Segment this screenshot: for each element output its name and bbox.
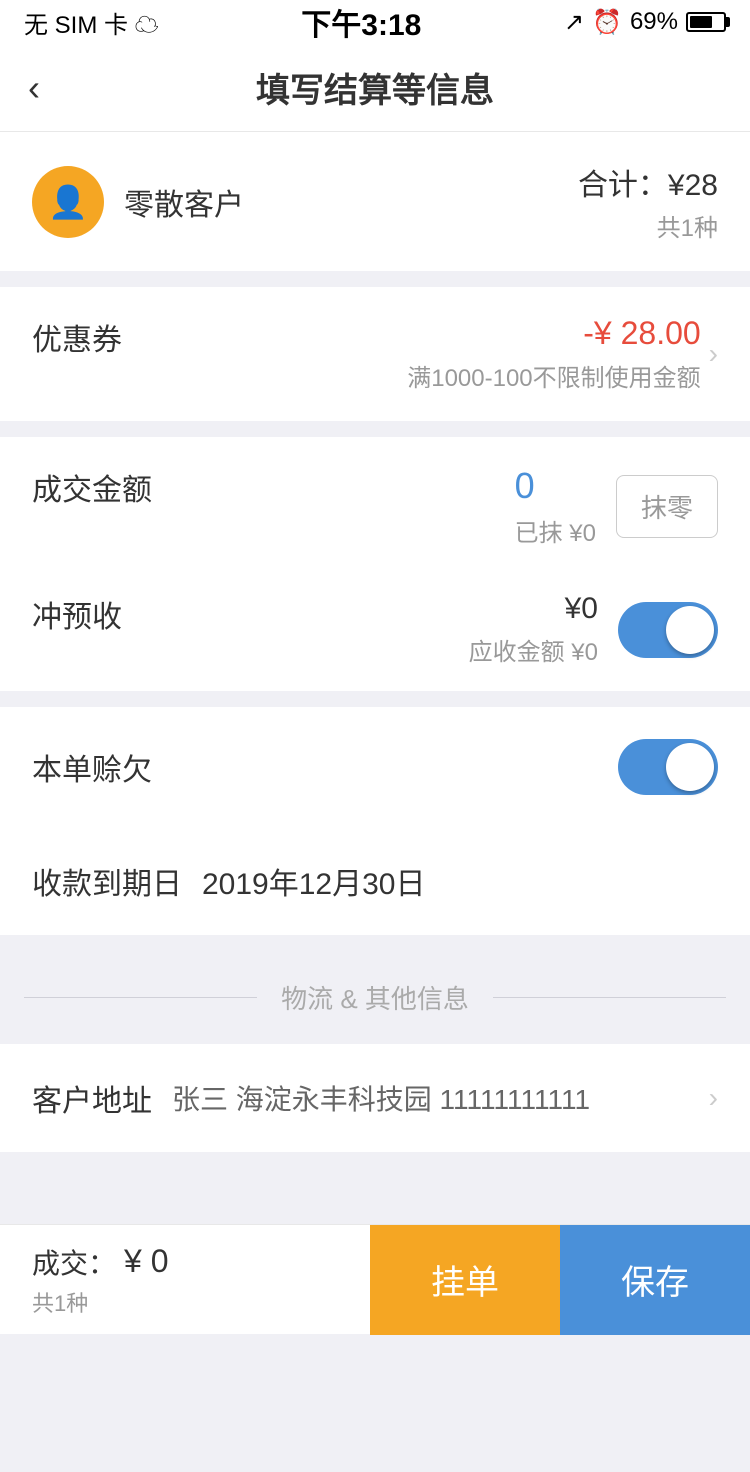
battery-label: 69% xyxy=(630,8,678,36)
advance-payment-row: 冲预收 ¥0 应收金额 ¥0 xyxy=(0,568,750,691)
avatar-icon: 👤 xyxy=(48,183,88,221)
coupon-sub: 满1000-100不限制使用金额 xyxy=(407,358,700,393)
page-title: 填写结算等信息 xyxy=(256,63,494,112)
battery-icon xyxy=(686,12,726,32)
deal-amount-right: 0 已抹 ¥0 抹零 xyxy=(515,465,718,548)
advance-toggle[interactable] xyxy=(618,602,718,658)
coupon-label: 优惠券 xyxy=(32,315,122,359)
bottom-info: 成交： ¥ 0 共1种 xyxy=(0,1242,370,1318)
status-right: ↗ ⏰ 69% xyxy=(564,8,726,37)
address-label: 客户地址 xyxy=(32,1076,152,1120)
customer-section: 👤 零散客户 合计：¥28 共1种 xyxy=(0,132,750,271)
save-button[interactable]: 保存 xyxy=(560,1225,750,1335)
credit-row: 本单赊欠 xyxy=(0,707,750,827)
bottom-deal-label: 成交： xyxy=(32,1242,116,1282)
coupon-section: 优惠券 -¥ 28.00 满1000-100不限制使用金额 › xyxy=(0,287,750,421)
advance-sub: 应收金额 ¥0 xyxy=(469,632,598,667)
coupon-row[interactable]: 优惠券 -¥ 28.00 满1000-100不限制使用金额 › xyxy=(0,287,750,421)
coupon-values: -¥ 28.00 满1000-100不限制使用金额 xyxy=(407,315,700,393)
logistics-divider-text: 物流 & 其他信息 xyxy=(281,979,469,1016)
bottom-count: 共1种 xyxy=(32,1286,338,1318)
deal-amount-values: 0 已抹 ¥0 xyxy=(515,465,596,548)
hold-order-button[interactable]: 挂单 xyxy=(370,1225,560,1335)
status-left: 无 SIM 卡 ☁ xyxy=(24,5,159,40)
logistics-section-divider: 物流 & 其他信息 xyxy=(0,951,750,1044)
customer-total-info: 合计：¥28 共1种 xyxy=(578,160,718,243)
bottom-deal: 成交： ¥ 0 xyxy=(32,1242,338,1282)
deal-amount-label: 成交金额 xyxy=(32,465,152,509)
status-time: 下午3:18 xyxy=(301,0,421,44)
advance-value: ¥0 xyxy=(469,592,598,626)
due-date-value: 2019年12月30日 xyxy=(202,859,425,903)
location-icon: ↗ xyxy=(564,8,584,37)
save-label: 保存 xyxy=(621,1255,689,1304)
sim-label: 无 SIM 卡 ☁ xyxy=(24,5,159,40)
advance-payment-right: ¥0 应收金额 ¥0 xyxy=(469,592,718,667)
address-chevron-icon: › xyxy=(709,1082,718,1114)
nav-bar: ‹ 填写结算等信息 xyxy=(0,44,750,132)
address-value: 张三 海淀永丰科技园 11111111111 xyxy=(172,1078,689,1118)
customer-total: 合计：¥28 xyxy=(578,160,718,204)
coupon-right: -¥ 28.00 满1000-100不限制使用金额 › xyxy=(407,315,718,393)
advance-values: ¥0 应收金额 ¥0 xyxy=(469,592,598,667)
due-date-row: 收款到期日 2019年12月30日 xyxy=(0,827,750,935)
credit-section: 本单赊欠 收款到期日 2019年12月30日 xyxy=(0,707,750,935)
advance-payment-label: 冲预收 xyxy=(32,592,122,636)
credit-toggle[interactable] xyxy=(618,739,718,795)
address-row[interactable]: 客户地址 张三 海淀永丰科技园 11111111111 › xyxy=(0,1044,750,1152)
bottom-bar: 成交： ¥ 0 共1种 挂单 保存 xyxy=(0,1224,750,1334)
deal-amount-sub: 已抹 ¥0 xyxy=(515,513,596,548)
back-button[interactable]: ‹ xyxy=(28,67,40,109)
credit-label: 本单赊欠 xyxy=(32,745,152,789)
coupon-value: -¥ 28.00 xyxy=(407,315,700,352)
coupon-chevron-icon: › xyxy=(709,338,718,370)
customer-info: 👤 零散客户 xyxy=(32,166,244,238)
credit-toggle-thumb xyxy=(666,743,714,791)
hold-order-label: 挂单 xyxy=(431,1255,499,1304)
alarm-icon: ⏰ xyxy=(592,8,622,37)
erase-zero-button[interactable]: 抹零 xyxy=(616,475,718,538)
toggle-thumb xyxy=(666,606,714,654)
due-date-label: 收款到期日 xyxy=(32,859,182,903)
status-bar: 无 SIM 卡 ☁ 下午3:18 ↗ ⏰ 69% xyxy=(0,0,750,44)
customer-count: 共1种 xyxy=(578,208,718,243)
deal-amount-row: 成交金额 0 已抹 ¥0 抹零 xyxy=(0,437,750,568)
customer-name: 零散客户 xyxy=(124,180,244,224)
deal-amount-section: 成交金额 0 已抹 ¥0 抹零 冲预收 ¥0 应收金额 ¥0 xyxy=(0,437,750,691)
avatar: 👤 xyxy=(32,166,104,238)
deal-amount-value: 0 xyxy=(515,465,596,507)
bottom-deal-value: ¥ 0 xyxy=(124,1243,168,1280)
